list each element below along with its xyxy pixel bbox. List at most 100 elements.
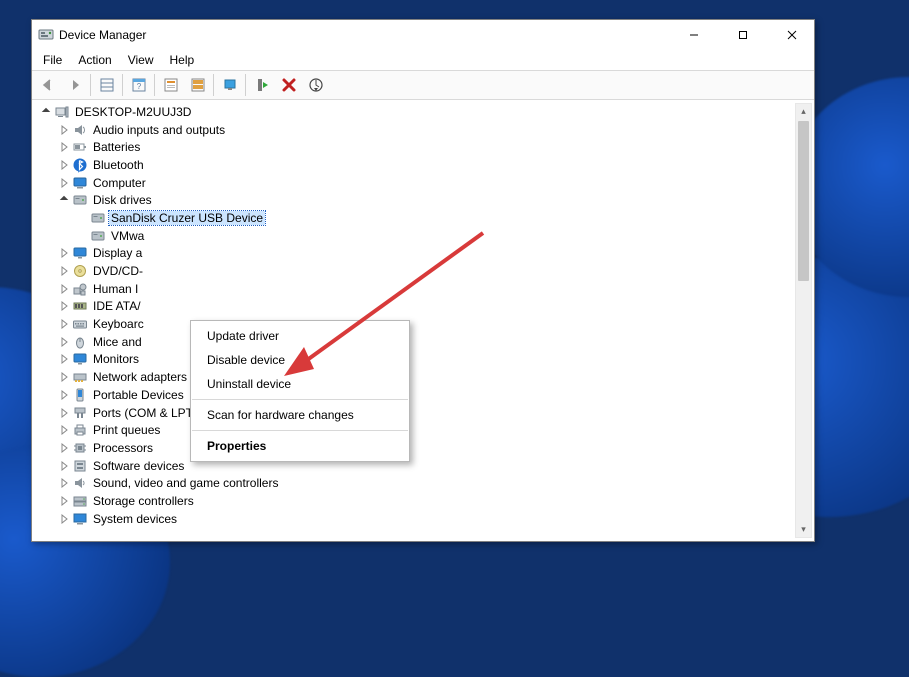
expand-toggle-icon[interactable] xyxy=(57,514,71,524)
tree-node[interactable]: Ports (COM & LPT) xyxy=(35,404,796,422)
toolbar-update-driver-button[interactable] xyxy=(217,73,242,98)
ctx-disable-device[interactable]: Disable device xyxy=(191,348,409,372)
tree-node[interactable]: SanDisk Cruzer USB Device xyxy=(35,209,796,227)
expand-toggle-icon[interactable] xyxy=(57,125,71,135)
tree-node[interactable]: Computer xyxy=(35,174,796,192)
tree-node[interactable]: Keyboarc xyxy=(35,315,796,333)
maximize-button[interactable] xyxy=(721,20,765,50)
tree-node[interactable]: Monitors xyxy=(35,351,796,369)
device-manager-window: Device Manager File Action View Help ? xyxy=(31,19,815,542)
toolbar-device-properties-button[interactable] xyxy=(185,73,210,98)
close-button[interactable] xyxy=(770,20,814,50)
toolbar-help-button[interactable]: ? xyxy=(126,73,151,98)
ctx-separator xyxy=(192,399,408,400)
scroll-up-button[interactable]: ▴ xyxy=(796,104,811,119)
ctx-uninstall-device[interactable]: Uninstall device xyxy=(191,372,409,396)
toolbar-separator xyxy=(122,74,123,96)
tree-node[interactable]: DVD/CD- xyxy=(35,262,796,280)
menu-view[interactable]: View xyxy=(121,51,161,69)
tree-node-label: Mice and xyxy=(91,335,144,349)
device-tree[interactable]: DESKTOP-M2UUJ3D Audio inputs and outputs B… xyxy=(35,103,796,538)
menu-help[interactable]: Help xyxy=(163,51,202,69)
tree-node[interactable]: Batteries xyxy=(35,138,796,156)
expand-toggle-icon[interactable] xyxy=(57,354,71,364)
expand-toggle-icon[interactable] xyxy=(57,478,71,488)
expand-toggle-icon[interactable] xyxy=(57,195,71,205)
expand-toggle-icon[interactable] xyxy=(57,425,71,435)
cpu-icon xyxy=(71,440,88,456)
expand-toggle-icon[interactable] xyxy=(57,443,71,453)
tree-node[interactable]: Disk drives xyxy=(35,191,796,209)
toolbar-showhide-button[interactable] xyxy=(94,73,119,98)
client-area: DESKTOP-M2UUJ3D Audio inputs and outputs B… xyxy=(32,100,814,541)
expand-toggle-icon[interactable] xyxy=(57,496,71,506)
toolbar-scan-hardware-button[interactable] xyxy=(303,73,328,98)
pc-icon xyxy=(53,104,70,120)
expand-toggle-icon[interactable] xyxy=(57,390,71,400)
tree-node[interactable]: Network adapters xyxy=(35,368,796,386)
tree-node[interactable]: Processors xyxy=(35,439,796,457)
scroll-down-button[interactable]: ▾ xyxy=(796,522,811,537)
tree-node-label: Disk drives xyxy=(91,193,154,207)
titlebar[interactable]: Device Manager xyxy=(32,20,814,50)
computer-icon xyxy=(71,175,88,191)
expand-toggle-icon[interactable] xyxy=(57,248,71,258)
svg-text:?: ? xyxy=(136,82,141,91)
tree-node[interactable]: Print queues xyxy=(35,421,796,439)
expand-toggle-icon[interactable] xyxy=(57,461,71,471)
tree-node[interactable]: Audio inputs and outputs xyxy=(35,121,796,139)
expand-toggle-icon[interactable] xyxy=(57,372,71,382)
ctx-properties[interactable]: Properties xyxy=(191,434,409,458)
tree-node-label: VMwa xyxy=(109,229,146,243)
expand-toggle-icon[interactable] xyxy=(57,301,71,311)
toolbar: ? xyxy=(32,70,814,100)
tree-node[interactable]: Sound, video and game controllers xyxy=(35,474,796,492)
vertical-scrollbar[interactable]: ▴ ▾ xyxy=(795,103,812,538)
expand-toggle-icon[interactable] xyxy=(57,178,71,188)
tree-node-label: Batteries xyxy=(91,140,142,154)
expand-toggle-icon[interactable] xyxy=(39,107,53,117)
expand-toggle-icon[interactable] xyxy=(57,319,71,329)
tree-node[interactable]: Portable Devices xyxy=(35,386,796,404)
tree-node-label: Human I xyxy=(91,282,140,296)
tree-node[interactable]: Bluetooth xyxy=(35,156,796,174)
network-icon xyxy=(71,369,88,385)
tree-node[interactable]: VMwa xyxy=(35,227,796,245)
minimize-button[interactable] xyxy=(672,20,716,50)
toolbar-enable-device-button[interactable] xyxy=(249,73,274,98)
expand-toggle-icon[interactable] xyxy=(57,408,71,418)
tree-node[interactable]: Software devices xyxy=(35,457,796,475)
monitor-icon xyxy=(71,351,88,367)
tree-node-label: Audio inputs and outputs xyxy=(91,123,227,137)
expand-toggle-icon[interactable] xyxy=(57,142,71,152)
tree-node[interactable]: Storage controllers xyxy=(35,492,796,510)
toolbar-properties-button[interactable] xyxy=(158,73,183,98)
tree-node[interactable]: System devices xyxy=(35,510,796,528)
scroll-thumb[interactable] xyxy=(798,121,809,281)
storage-icon xyxy=(71,493,88,509)
software-icon xyxy=(71,458,88,474)
mouse-icon xyxy=(71,334,88,350)
tree-node[interactable]: DESKTOP-M2UUJ3D xyxy=(35,103,796,121)
sound-icon xyxy=(71,475,88,491)
menu-file[interactable]: File xyxy=(36,51,69,69)
ports-icon xyxy=(71,405,88,421)
toolbar-uninstall-button[interactable] xyxy=(276,73,301,98)
menu-action[interactable]: Action xyxy=(71,51,118,69)
ctx-scan-hardware[interactable]: Scan for hardware changes xyxy=(191,403,409,427)
ide-icon xyxy=(71,298,88,314)
tree-node[interactable]: Human I xyxy=(35,280,796,298)
tree-node[interactable]: Display a xyxy=(35,245,796,263)
expand-toggle-icon[interactable] xyxy=(57,160,71,170)
toolbar-back-button[interactable] xyxy=(35,73,60,98)
expand-toggle-icon[interactable] xyxy=(57,337,71,347)
toolbar-forward-button[interactable] xyxy=(62,73,87,98)
expand-toggle-icon[interactable] xyxy=(57,266,71,276)
system-icon xyxy=(71,511,88,527)
tree-node-label: Bluetooth xyxy=(91,158,146,172)
tree-node-label: Storage controllers xyxy=(91,494,196,508)
tree-node[interactable]: IDE ATA/ xyxy=(35,298,796,316)
ctx-update-driver[interactable]: Update driver xyxy=(191,324,409,348)
expand-toggle-icon[interactable] xyxy=(57,284,71,294)
tree-node[interactable]: Mice and xyxy=(35,333,796,351)
